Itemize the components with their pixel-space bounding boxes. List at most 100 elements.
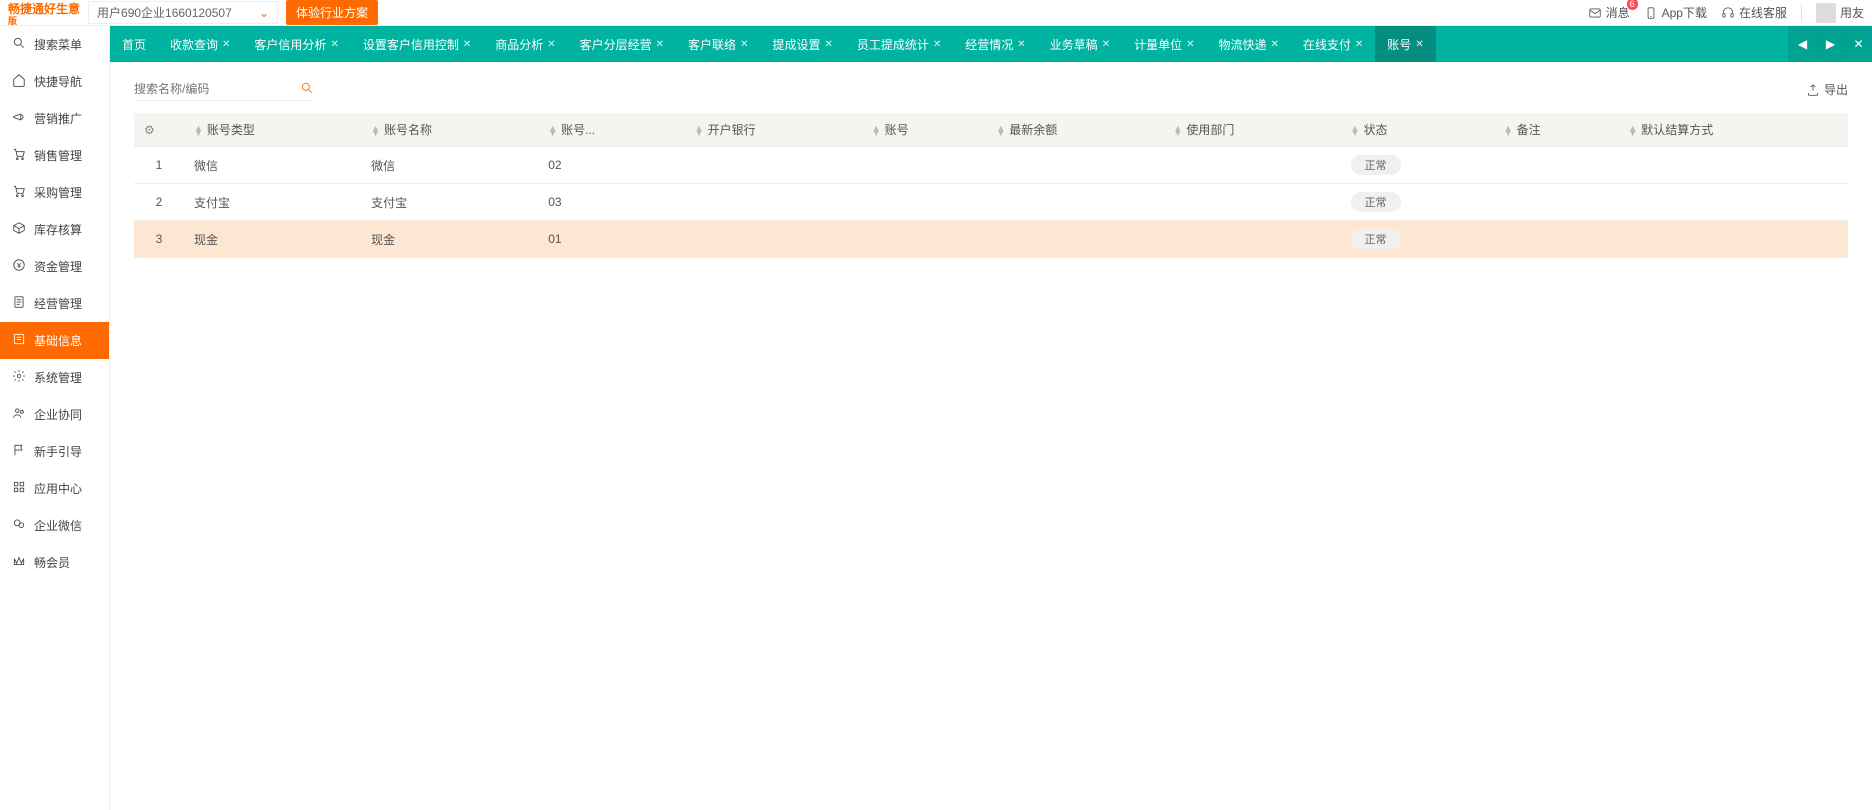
sidebar-item-13[interactable]: 企业微信 (0, 507, 109, 544)
sidebar-item-label: 销售管理 (34, 147, 82, 164)
sort-icon[interactable]: ▲▼ (1628, 126, 1637, 136)
close-icon[interactable]: ✕ (656, 39, 664, 50)
sort-icon[interactable]: ▲▼ (872, 126, 881, 136)
search-input[interactable] (134, 78, 300, 100)
cell: 微信 (184, 147, 361, 184)
tab-label: 客户分层经营 (580, 36, 652, 53)
online-service-button[interactable]: 在线客服 (1721, 4, 1787, 21)
sort-icon[interactable]: ▲▼ (371, 126, 380, 136)
col-header-8[interactable]: ▲▼状态 (1341, 113, 1494, 147)
table-row[interactable]: 1微信微信02正常 (134, 147, 1848, 184)
tab-0[interactable]: 首页 (110, 26, 158, 62)
sort-icon[interactable]: ▲▼ (194, 126, 203, 136)
export-label: 导出 (1824, 81, 1848, 98)
sidebar-item-5[interactable]: 库存核算 (0, 211, 109, 248)
tab-label: 客户联络 (688, 36, 736, 53)
tab-7[interactable]: 提成设置✕ (760, 26, 844, 62)
tab-1[interactable]: 收款查询✕ (158, 26, 242, 62)
sort-icon[interactable]: ▲▼ (1173, 126, 1182, 136)
cell: 正常 (1341, 221, 1494, 258)
close-icon[interactable]: ✕ (463, 39, 471, 50)
tab-12[interactable]: 物流快递✕ (1206, 26, 1290, 62)
money-icon (12, 258, 26, 275)
col-header-9[interactable]: ▲▼备注 (1494, 113, 1619, 147)
sidebar-item-12[interactable]: 应用中心 (0, 470, 109, 507)
tab-5[interactable]: 客户分层经营 ✕ (568, 26, 676, 62)
tab-14[interactable]: 账号✕ (1375, 26, 1435, 62)
logo: 畅捷通好生意 版 (8, 0, 80, 25)
col-header-4[interactable]: ▲▼开户银行 (685, 113, 862, 147)
close-icon[interactable]: ✕ (1186, 39, 1194, 50)
close-icon[interactable]: ✕ (330, 39, 338, 50)
user-menu[interactable]: 用友 (1816, 3, 1864, 23)
tab-8[interactable]: 员工提成统计✕ (845, 26, 953, 62)
cell (1494, 221, 1619, 258)
sidebar-item-8[interactable]: 基础信息 (0, 322, 109, 359)
tabs-close-all[interactable]: ✕ (1844, 26, 1872, 62)
divider (1801, 5, 1802, 21)
close-icon[interactable]: ✕ (824, 39, 832, 50)
close-icon[interactable]: ✕ (1271, 39, 1279, 50)
app-download-button[interactable]: App下载 (1644, 4, 1707, 21)
tab-label: 首页 (122, 36, 146, 53)
sidebar-item-4[interactable]: 采购管理 (0, 174, 109, 211)
close-icon[interactable]: ✕ (740, 39, 748, 50)
col-header-6[interactable]: ▲▼最新余额 (986, 113, 1163, 147)
search-icon[interactable] (300, 81, 314, 98)
tab-13[interactable]: 在线支付✕ (1291, 26, 1375, 62)
messages-button[interactable]: 消息 6 (1588, 4, 1630, 21)
export-button[interactable]: 导出 (1806, 81, 1848, 98)
sidebar-item-11[interactable]: 新手引导 (0, 433, 109, 470)
table-row[interactable]: 3现金现金01正常 (134, 221, 1848, 258)
sidebar-item-2[interactable]: 营销推广 (0, 100, 109, 137)
col-header-2[interactable]: ▲▼账号名称 (361, 113, 538, 147)
close-icon[interactable]: ✕ (547, 39, 555, 50)
tabs-scroll-right[interactable]: ▶ (1816, 26, 1844, 62)
close-icon[interactable]: ✕ (222, 39, 230, 50)
sidebar-item-14[interactable]: 畅会员 (0, 544, 109, 581)
tab-11[interactable]: 计量单位✕ (1122, 26, 1206, 62)
col-header-5[interactable]: ▲▼账号 (862, 113, 987, 147)
sidebar-item-7[interactable]: 经营管理 (0, 285, 109, 322)
sort-icon[interactable]: ▲▼ (996, 126, 1005, 136)
sidebar-item-10[interactable]: 企业协同 (0, 396, 109, 433)
sort-icon[interactable]: ▲▼ (1351, 126, 1360, 136)
col-header-7[interactable]: ▲▼使用部门 (1163, 113, 1340, 147)
tab-6[interactable]: 客户联络 ✕ (676, 26, 760, 62)
tab-9[interactable]: 经营情况✕ (953, 26, 1037, 62)
col-header-3[interactable]: ▲▼账号... (538, 113, 684, 147)
col-header-1[interactable]: ▲▼账号类型 (184, 113, 361, 147)
close-icon[interactable]: ✕ (1415, 39, 1423, 50)
sidebar-item-label: 营销推广 (34, 110, 82, 127)
sidebar-item-9[interactable]: 系统管理 (0, 359, 109, 396)
logo-sub: 版 (8, 17, 80, 25)
cell: 03 (538, 184, 684, 221)
tab-10[interactable]: 业务草稿✕ (1038, 26, 1122, 62)
sidebar-item-3[interactable]: 销售管理 (0, 137, 109, 174)
tab-4[interactable]: 商品分析✕ (483, 26, 567, 62)
tab-3[interactable]: 设置客户信用控制✕ (351, 26, 483, 62)
sidebar-item-0[interactable]: 搜索菜单 (0, 26, 109, 63)
sort-icon[interactable]: ▲▼ (695, 126, 704, 136)
sort-icon[interactable]: ▲▼ (548, 126, 557, 136)
cell: 2 (134, 184, 184, 221)
company-selector[interactable]: 用户690企业1660120507 ⌄ (88, 1, 278, 24)
tabs-scroll-left[interactable]: ◀ (1788, 26, 1816, 62)
sidebar-item-6[interactable]: 资金管理 (0, 248, 109, 285)
info-icon (12, 332, 26, 349)
close-icon[interactable]: ✕ (1355, 39, 1363, 50)
team-icon (12, 406, 26, 423)
col-header-0[interactable]: ⚙ (134, 113, 184, 147)
close-icon[interactable]: ✕ (933, 39, 941, 50)
col-header-10[interactable]: ▲▼默认结算方式 (1618, 113, 1848, 147)
accounts-table: ⚙ ▲▼账号类型▲▼账号名称▲▼账号...▲▼开户银行▲▼账号▲▼最新余额▲▼使用… (134, 113, 1848, 258)
promo-button[interactable]: 体验行业方案 (286, 0, 378, 25)
sort-icon[interactable]: ▲▼ (1504, 126, 1513, 136)
close-icon[interactable]: ✕ (1102, 39, 1110, 50)
table-row[interactable]: 2支付宝支付宝03正常 (134, 184, 1848, 221)
tab-2[interactable]: 客户信用分析✕ (242, 26, 350, 62)
megaphone-icon (12, 110, 26, 127)
sidebar-item-1[interactable]: 快捷导航 (0, 63, 109, 100)
gear-icon[interactable]: ⚙ (144, 123, 155, 137)
close-icon[interactable]: ✕ (1017, 39, 1025, 50)
